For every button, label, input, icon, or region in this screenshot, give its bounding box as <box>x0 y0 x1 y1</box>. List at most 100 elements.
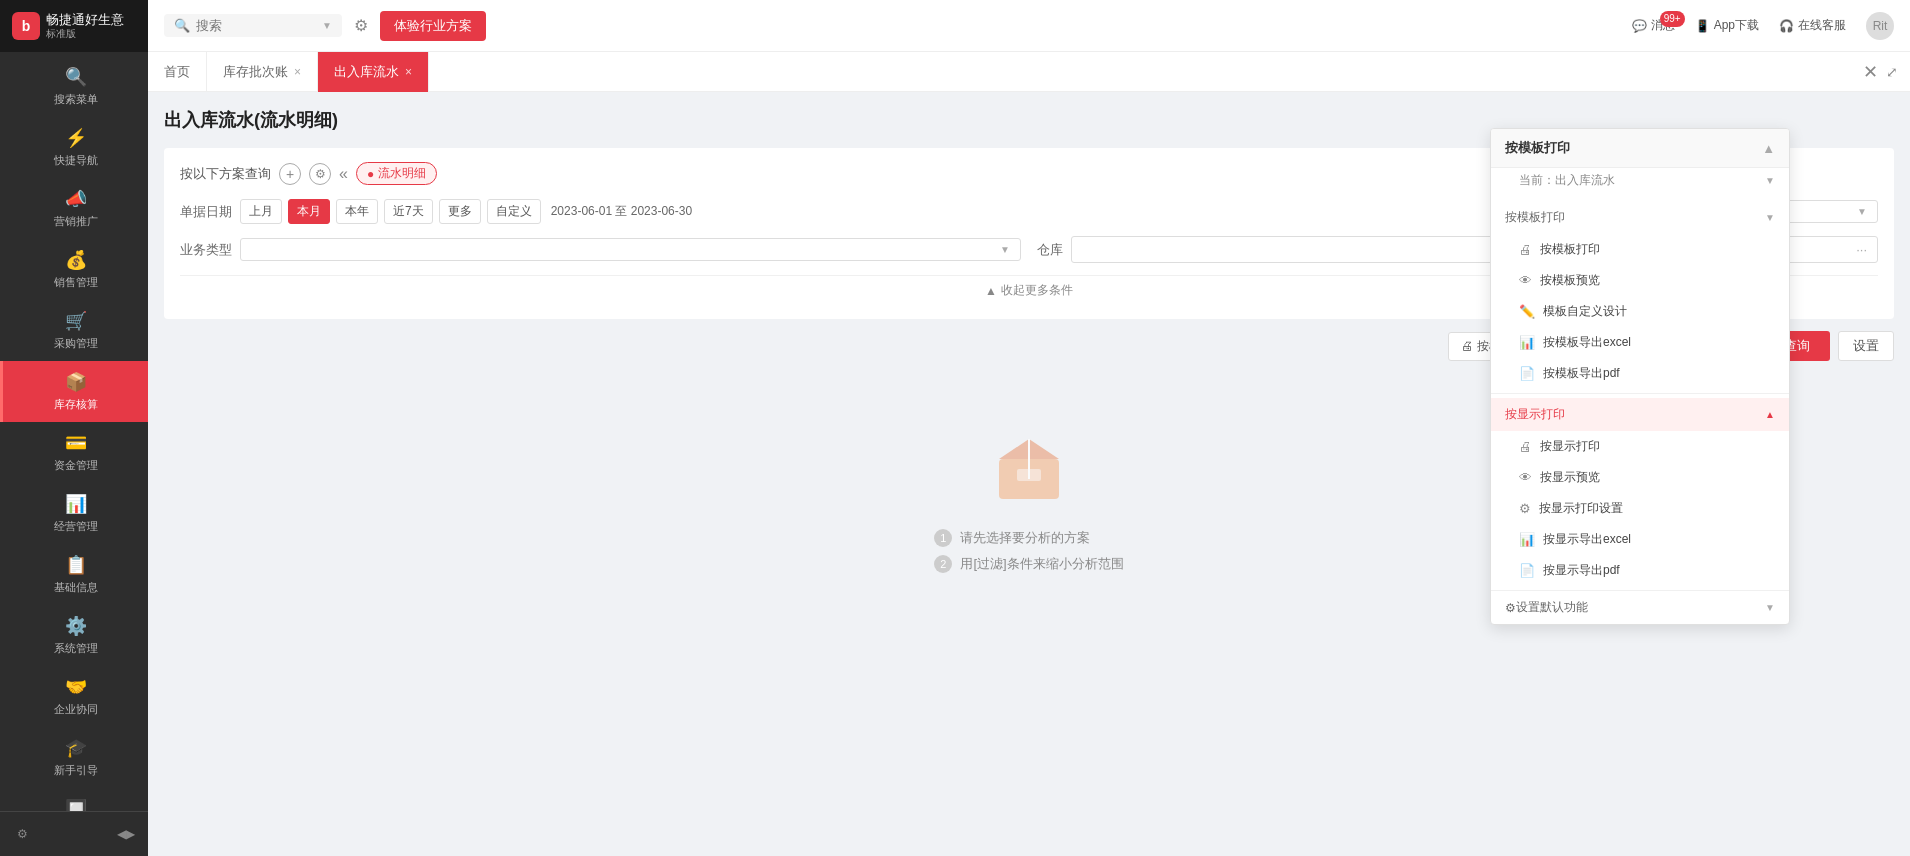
chevron-down-icon: ▼ <box>322 20 332 31</box>
item-label: 模板自定义设计 <box>1543 303 1627 320</box>
dropdown-title: 按模板打印 <box>1505 139 1570 157</box>
display-print-settings-item[interactable]: ⚙ 按显示打印设置 <box>1491 493 1789 524</box>
tab-label: 库存批次账 <box>223 52 288 92</box>
template-export-pdf-item[interactable]: 📄 按模板导出pdf <box>1491 358 1789 389</box>
item-label: 按显示导出pdf <box>1543 562 1620 579</box>
excel-icon: 📊 <box>1519 335 1535 350</box>
tabs-close-all-btn[interactable]: ✕ <box>1863 61 1878 83</box>
purchase-icon: 🛒 <box>65 310 87 332</box>
chevron-up-icon: ▲ <box>985 284 997 298</box>
enterprise-icon: 🤝 <box>65 676 87 698</box>
item-label: 按模板导出excel <box>1543 334 1631 351</box>
sidebar-item-operation[interactable]: 📊 经营管理 <box>0 483 148 544</box>
filter-settings-btn[interactable]: ⚙ <box>309 163 331 185</box>
tabs-bar: 首页 库存批次账 × 出入库流水 × ✕ ⤢ <box>148 52 1910 92</box>
tab-flow[interactable]: 出入库流水 × <box>318 52 429 92</box>
pdf-icon: 📄 <box>1519 563 1535 578</box>
date-btn-last-month[interactable]: 上月 <box>240 199 282 224</box>
sidebar-item-guide[interactable]: 🎓 新手引导 <box>0 727 148 788</box>
display-export-excel-item[interactable]: 📊 按显示导出excel <box>1491 524 1789 555</box>
date-btn-this-month[interactable]: 本月 <box>288 199 330 224</box>
preview-icon: 👁 <box>1519 273 1532 288</box>
display-print-item[interactable]: 🖨 按显示打印 <box>1491 431 1789 462</box>
avatar[interactable]: Rit <box>1866 12 1894 40</box>
template-design-item[interactable]: ✏️ 模板自定义设计 <box>1491 296 1789 327</box>
app-download-btn[interactable]: 📱 App下载 <box>1695 17 1759 34</box>
display-section-header[interactable]: 按显示打印 ▲ <box>1491 398 1789 431</box>
filter-collapse-btn[interactable]: « <box>339 165 348 183</box>
sidebar-item-sales[interactable]: 💰 销售管理 <box>0 239 148 300</box>
date-btn-7days[interactable]: 近7天 <box>384 199 433 224</box>
template-export-excel-item[interactable]: 📊 按模板导出excel <box>1491 327 1789 358</box>
search-icon: 🔍 <box>174 18 190 33</box>
sidebar-item-label: 搜索菜单 <box>54 92 98 107</box>
tab-close-btn[interactable]: × <box>405 66 412 78</box>
topbar: 🔍 ▼ ⚙ 体验行业方案 💬 消息 99+ 📱 App下载 🎧 在线客服 Rit <box>148 0 1910 52</box>
display-preview-item[interactable]: 👁 按显示预览 <box>1491 462 1789 493</box>
dropdown-close-icon[interactable]: ▲ <box>1762 141 1775 156</box>
sidebar-item-label: 营销推广 <box>54 214 98 229</box>
sidebar-item-basic[interactable]: 📋 基础信息 <box>0 544 148 605</box>
business-type-select[interactable]: ▼ <box>240 238 1021 261</box>
current-template-label: 当前：出入库流水 <box>1519 172 1615 189</box>
settings-bottom-icon[interactable]: ⚙ <box>12 824 32 844</box>
sales-icon: 💰 <box>65 249 87 271</box>
sidebar-item-enterprise[interactable]: 🤝 企业协同 <box>0 666 148 727</box>
sidebar-item-label: 系统管理 <box>54 641 98 656</box>
sidebar-item-marketing[interactable]: 📣 营销推广 <box>0 178 148 239</box>
tab-close-btn[interactable]: × <box>294 66 301 78</box>
search-input[interactable] <box>196 18 316 33</box>
display-export-pdf-item[interactable]: 📄 按显示导出pdf <box>1491 555 1789 586</box>
date-btn-this-year[interactable]: 本年 <box>336 199 378 224</box>
empty-step2-text: 用[过滤]条件来缩小分析范围 <box>960 551 1123 577</box>
basic-icon: 📋 <box>65 554 87 576</box>
sidebar-item-inventory[interactable]: 📦 库存核算 <box>0 361 148 422</box>
app-title: 畅捷通好生意 <box>46 12 124 28</box>
page-content: 出入库流水(流水明细) 按以下方案查询 + ⚙ « ● 流水明细 单据日期 上月 <box>148 92 1910 856</box>
dropdown-current: 当前：出入库流水 ▼ <box>1491 168 1789 197</box>
footer-icon: ⚙ <box>1505 601 1516 615</box>
sidebar-item-apps[interactable]: 🔲 应用中心 <box>0 788 148 811</box>
excel-icon: 📊 <box>1519 532 1535 547</box>
filter-add-btn[interactable]: + <box>279 163 301 185</box>
sidebar-item-label: 经营管理 <box>54 519 98 534</box>
filter-tag[interactable]: ● 流水明细 <box>356 162 437 185</box>
sidebar-nav: 🔍 搜索菜单 ⚡ 快捷导航 📣 营销推广 💰 销售管理 🛒 采购管理 📦 库存核… <box>0 52 148 811</box>
tabs-expand-btn[interactable]: ⤢ <box>1886 64 1898 80</box>
online-service-btn[interactable]: 🎧 在线客服 <box>1779 17 1846 34</box>
warehouse-label: 仓库 <box>1037 241 1063 259</box>
settings-btn[interactable]: 设置 <box>1838 331 1894 361</box>
finance-icon: 💳 <box>65 432 87 454</box>
tag-icon: ● <box>367 167 374 181</box>
tag-label: 流水明细 <box>378 165 426 182</box>
sidebar-item-shortcut[interactable]: ⚡ 快捷导航 <box>0 117 148 178</box>
date-btn-more[interactable]: 更多 <box>439 199 481 224</box>
app-download-label: App下载 <box>1714 17 1759 34</box>
sidebar-item-label: 库存核算 <box>54 397 98 412</box>
sidebar-item-search[interactable]: 🔍 搜索菜单 <box>0 56 148 117</box>
sidebar-item-finance[interactable]: 💳 资金管理 <box>0 422 148 483</box>
tab-home[interactable]: 首页 <box>148 52 207 92</box>
date-btn-custom[interactable]: 自定义 <box>487 199 541 224</box>
dropdown-footer[interactable]: ⚙ 设置默认功能 ▼ <box>1491 591 1789 624</box>
tab-label: 首页 <box>164 52 190 92</box>
tab-batch[interactable]: 库存批次账 × <box>207 52 318 92</box>
template-preview-item[interactable]: 👁 按模板预览 <box>1491 265 1789 296</box>
empty-step-1: 1 请先选择要分析的方案 <box>934 525 1123 551</box>
sidebar-item-system[interactable]: ⚙️ 系统管理 <box>0 605 148 666</box>
collapse-sidebar-btn[interactable]: ◀▶ <box>116 824 136 844</box>
item-label: 按显示打印设置 <box>1539 500 1623 517</box>
template-section-header[interactable]: 按模板打印 ▼ <box>1491 201 1789 234</box>
chevron-down-icon: ▼ <box>1000 244 1010 255</box>
collapse-label: 收起更多条件 <box>1001 282 1073 299</box>
template-print-item[interactable]: 🖨 按模板打印 <box>1491 234 1789 265</box>
industry-btn[interactable]: 体验行业方案 <box>380 11 486 41</box>
sidebar-item-purchase[interactable]: 🛒 采购管理 <box>0 300 148 361</box>
gear-icon[interactable]: ⚙ <box>354 16 368 35</box>
topbar-search[interactable]: 🔍 ▼ <box>164 14 342 37</box>
empty-steps: 1 请先选择要分析的方案 2 用[过滤]条件来缩小分析范围 <box>934 525 1123 577</box>
business-type-label: 业务类型 <box>180 241 232 259</box>
message-icon: 💬 <box>1632 19 1647 33</box>
message-btn[interactable]: 💬 消息 99+ <box>1632 17 1675 34</box>
main-area: 🔍 ▼ ⚙ 体验行业方案 💬 消息 99+ 📱 App下载 🎧 在线客服 Rit <box>148 0 1910 856</box>
